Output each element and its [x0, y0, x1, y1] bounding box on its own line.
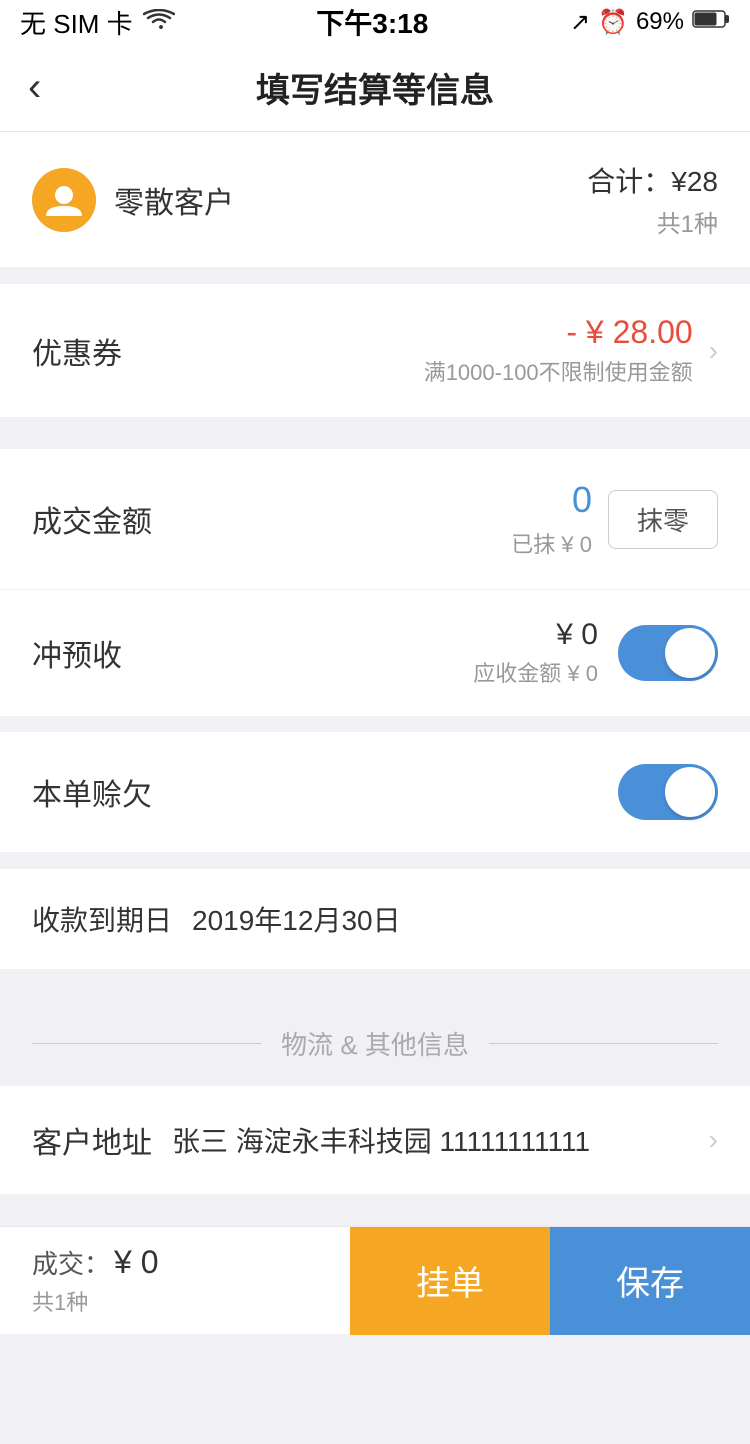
coupon-chevron-icon: › — [709, 335, 718, 367]
battery-icon — [692, 8, 730, 36]
debt-toggle[interactable] — [618, 764, 718, 820]
address-chevron-icon: › — [709, 1124, 718, 1156]
prepay-toggle[interactable] — [618, 625, 718, 681]
debt-section: 本单赊欠 — [0, 732, 750, 852]
status-time: 下午3:18 — [316, 2, 428, 42]
debt-toggle-knob — [665, 767, 715, 817]
customer-name: 零散客户 — [114, 178, 234, 222]
customer-avatar — [32, 168, 96, 232]
total-count: 共1种 — [587, 204, 718, 239]
address-label: 客户地址 — [32, 1118, 152, 1162]
toggle-knob — [665, 628, 715, 678]
deal-amount-sub: 已抹 ¥ 0 — [511, 527, 592, 559]
total-amount: 合计：¥28 — [587, 160, 718, 200]
divider-line-left — [32, 1043, 261, 1044]
save-button[interactable]: 保存 — [550, 1227, 750, 1335]
prepay-sub-text: 应收金额 ¥ 0 — [473, 656, 598, 688]
address-section[interactable]: 客户地址 张三 海淀永丰科技园 11111111111 › — [0, 1086, 750, 1194]
logistics-divider: 物流 & 其他信息 — [0, 1001, 750, 1086]
deal-amount-row: 成交金额 0 已抹 ¥ 0 抹零 — [0, 449, 750, 589]
debt-label: 本单赊欠 — [32, 770, 152, 814]
alarm-icon: ⏰ — [598, 8, 628, 37]
logistics-label: 物流 & 其他信息 — [281, 1025, 469, 1062]
prepay-yen-value: ¥ 0 — [473, 618, 598, 652]
bottom-bar: 成交： ¥ 0 共1种 挂单 保存 — [0, 1226, 750, 1334]
divider-line-right — [489, 1043, 718, 1044]
due-date-section: 收款到期日 2019年12月30日 — [0, 868, 750, 969]
prepay-amount: ¥ 0 应收金额 ¥ 0 — [473, 618, 598, 688]
deal-amount-label: 成交金额 — [32, 497, 152, 541]
save-label: 保存 — [616, 1256, 684, 1305]
back-icon: ‹ — [28, 65, 41, 109]
status-right: ↗ ⏰ 69% — [570, 8, 730, 37]
coupon-amount: - ¥ 28.00 — [424, 314, 693, 351]
coupon-label: 优惠券 — [32, 329, 122, 373]
bottom-info: 成交： ¥ 0 共1种 — [0, 1244, 350, 1317]
section-divider-1 — [0, 433, 750, 449]
coupon-section[interactable]: 优惠券 - ¥ 28.00 满1000-100不限制使用金额 › — [0, 283, 750, 417]
prepay-right: ¥ 0 应收金额 ¥ 0 — [473, 618, 718, 688]
no-sim-text: 无 SIM 卡 — [20, 4, 133, 41]
deal-amount-section: 成交金额 0 已抹 ¥ 0 抹零 — [0, 449, 750, 589]
coupon-right: - ¥ 28.00 满1000-100不限制使用金额 › — [424, 314, 718, 387]
deal-amount-value[interactable]: 0 — [511, 479, 592, 521]
customer-info: 零散客户 — [32, 168, 234, 232]
nav-bar: ‹ 填写结算等信息 — [0, 44, 750, 132]
prepay-section: 冲预收 ¥ 0 应收金额 ¥ 0 — [0, 589, 750, 716]
wifi-icon — [143, 7, 175, 38]
date-row: 收款到期日 2019年12月30日 — [32, 899, 718, 939]
battery-text: 69% — [636, 8, 684, 36]
section-divider-3 — [0, 985, 750, 1001]
address-left: 客户地址 张三 海淀永丰科技园 11111111111 — [32, 1118, 590, 1162]
status-left: 无 SIM 卡 — [20, 4, 175, 41]
status-bar: 无 SIM 卡 下午3:18 ↗ ⏰ 69% — [0, 0, 750, 44]
customer-totals: 合计：¥28 共1种 — [587, 160, 718, 239]
location-icon: ↗ — [570, 8, 590, 37]
hang-button[interactable]: 挂单 — [350, 1227, 550, 1335]
back-button[interactable]: ‹ — [28, 65, 41, 110]
bottom-amount: ¥ 0 — [114, 1244, 158, 1281]
hang-label: 挂单 — [416, 1256, 484, 1305]
address-value: 张三 海淀永丰科技园 11111111111 — [172, 1120, 590, 1160]
page-title: 填写结算等信息 — [256, 63, 494, 112]
section-divider-2 — [0, 716, 750, 732]
customer-section: 零散客户 合计：¥28 共1种 — [0, 132, 750, 267]
coupon-value: - ¥ 28.00 满1000-100不限制使用金额 — [424, 314, 693, 387]
bottom-deal-label: 成交： — [32, 1244, 110, 1281]
due-date-value: 2019年12月30日 — [192, 899, 401, 939]
round-button[interactable]: 抹零 — [608, 490, 718, 549]
due-date-label: 收款到期日 — [32, 899, 172, 939]
bottom-count: 共1种 — [32, 1285, 318, 1317]
coupon-desc: 满1000-100不限制使用金额 — [424, 355, 693, 387]
prepay-label: 冲预收 — [32, 631, 122, 675]
